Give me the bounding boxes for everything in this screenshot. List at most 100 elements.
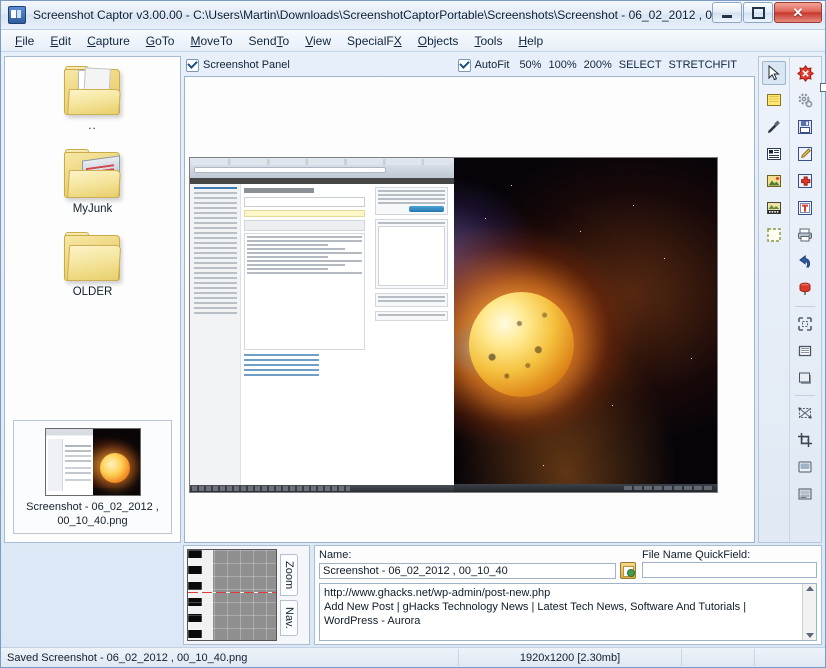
thumbnail-caption-line1: Screenshot - 06_02_2012 , <box>26 501 159 513</box>
quickfield-input[interactable] <box>642 562 817 578</box>
image-object-icon[interactable] <box>762 169 786 193</box>
delete-icon[interactable] <box>793 61 817 85</box>
menu-view[interactable]: View <box>297 31 339 51</box>
magnifier-panel[interactable]: Zoom Nav. <box>183 545 310 645</box>
menu-specialfx[interactable]: SpecialFX <box>339 31 410 51</box>
zoom-preset-200[interactable]: 200% <box>584 59 612 71</box>
menu-file[interactable]: FFileile <box>7 31 42 51</box>
border-icon[interactable] <box>793 339 817 363</box>
zoom-preset-50[interactable]: 50% <box>519 59 541 71</box>
preview-canvas-frame[interactable] <box>184 76 755 543</box>
name-field-group: Name: Screenshot - 06_02_2012 , 00_10_40 <box>319 549 636 579</box>
autofit-checkbox[interactable]: AutoFit <box>457 58 510 72</box>
resize-icon[interactable] <box>793 401 817 425</box>
menu-help[interactable]: Help <box>510 31 551 51</box>
zoom-preset-select[interactable]: SELECT <box>619 59 662 71</box>
tool-column-actions <box>789 57 820 542</box>
text-tool-icon[interactable] <box>793 196 817 220</box>
url-info-box[interactable]: http://www.ghacks.net/wp-admin/post-new.… <box>319 583 817 641</box>
shadow-icon[interactable] <box>793 366 817 390</box>
save-icon[interactable] <box>793 115 817 139</box>
pixel-magnifier[interactable] <box>187 549 277 641</box>
zoom-indicator: 27% <box>820 57 826 542</box>
url-scrollbar[interactable] <box>802 584 816 640</box>
menu-objects[interactable]: Objects <box>410 31 467 51</box>
preview-canvas[interactable] <box>185 77 754 542</box>
tab-zoom[interactable]: Zoom <box>280 554 298 597</box>
status-bar: Saved Screenshot - 06_02_2012 , 00_10_40… <box>1 647 825 667</box>
bottom-info-area: Zoom Nav. Name: Screenshot - 06_02_2012 … <box>1 543 825 647</box>
selection-marquee-icon[interactable] <box>762 223 786 247</box>
tool-palette: 27% <box>758 56 826 543</box>
minimize-icon <box>722 14 732 18</box>
screenshot-image[interactable] <box>189 157 718 493</box>
thumbnail-caption-line2: 00_10_40.png <box>57 515 128 527</box>
zoom-preset-100[interactable]: 100% <box>548 59 576 71</box>
quickfield-label: File Name QuickField: <box>642 549 751 561</box>
thumbnail-item-selected[interactable]: Screenshot - 06_02_2012 , 00_10_40.png <box>13 420 172 534</box>
undo-icon[interactable] <box>793 250 817 274</box>
menu-sendto[interactable]: SendTo <box>241 31 298 51</box>
text-object-icon[interactable] <box>762 142 786 166</box>
preview-toolbar: Screenshot Panel AutoFit 50% 100% 200% S… <box>184 56 755 74</box>
screenshot-panel-label: Screenshot Panel <box>203 59 290 71</box>
zoom-preset-buttons: 50% 100% 200% SELECT STRETCHFIT <box>519 59 737 71</box>
name-label: Name: <box>319 549 352 561</box>
screenshot-panel-checkbox[interactable]: Screenshot Panel <box>186 58 290 72</box>
clipboard-paste-icon[interactable] <box>620 562 636 579</box>
screenshot-captor-window: Screenshot Captor v3.00.00 - C:\Users\Ma… <box>0 0 826 668</box>
tab-nav[interactable]: Nav. <box>280 600 298 636</box>
print-icon[interactable] <box>793 223 817 247</box>
paint-can-icon[interactable] <box>793 277 817 301</box>
status-cell-y <box>755 649 825 666</box>
menu-edit[interactable]: Edit <box>42 31 79 51</box>
crop-to-selection-icon[interactable] <box>793 312 817 336</box>
scroll-up-icon[interactable] <box>805 586 814 591</box>
thumbnail-preview <box>44 428 141 496</box>
minimize-button[interactable] <box>712 2 742 23</box>
folder-item-myjunk[interactable]: MyJunk <box>5 148 180 215</box>
screenshot-right-wallpaper <box>453 158 717 492</box>
url-text: http://www.ghacks.net/wp-admin/post-new.… <box>320 584 802 640</box>
title-bar: Screenshot Captor v3.00.00 - C:\Users\Ma… <box>1 1 825 30</box>
checkbox-icon <box>186 58 199 72</box>
eyedropper-icon[interactable] <box>762 115 786 139</box>
folder-item-up[interactable]: .. <box>5 65 180 132</box>
arrow-select-icon[interactable] <box>762 61 786 85</box>
folder-label: .. <box>88 120 97 132</box>
crop-icon[interactable] <box>793 428 817 452</box>
folder-images-icon <box>62 148 124 200</box>
zoom-preset-stretchfit[interactable]: STRETCHFIT <box>669 59 737 71</box>
scroll-down-icon[interactable] <box>805 633 814 638</box>
settings-gear-icon[interactable] <box>793 88 817 112</box>
folder-item-older[interactable]: OLDER <box>5 231 180 298</box>
zoom-level-icon <box>820 82 826 92</box>
checkbox-icon <box>457 58 471 72</box>
menu-goto[interactable]: GoTo <box>138 31 183 51</box>
edit-icon[interactable] <box>793 142 817 166</box>
menu-moveto[interactable]: MoveTo <box>182 31 240 51</box>
menu-capture[interactable]: Capture <box>79 31 138 51</box>
url-line-3: WordPress - Aurora <box>324 615 421 627</box>
menu-bar: FFileile Edit Capture GoTo MoveTo SendTo… <box>1 30 825 52</box>
add-icon[interactable] <box>793 169 817 193</box>
info-fields-row: Name: Screenshot - 06_02_2012 , 00_10_40… <box>319 549 817 579</box>
folder-up-icon <box>62 65 124 117</box>
folder-label: MyJunk <box>72 203 113 215</box>
name-input[interactable]: Screenshot - 06_02_2012 , 00_10_40 <box>319 562 616 579</box>
close-button[interactable]: ✕ <box>774 2 822 23</box>
filmstrip-object-icon[interactable] <box>762 196 786 220</box>
autofit-label: AutoFit <box>474 59 510 71</box>
url-line-2: Add New Post | gHacks Technology News | … <box>324 601 747 613</box>
folder-label: OLDER <box>72 286 113 298</box>
window-controls: ✕ <box>711 2 822 23</box>
tool-column-objects <box>759 57 789 542</box>
screenshot-left-wordpress <box>190 158 454 492</box>
rounded-edge-icon[interactable] <box>793 455 817 479</box>
quickfield-group: File Name QuickField: <box>642 549 817 578</box>
maximize-icon <box>751 6 765 19</box>
caption-icon[interactable] <box>793 482 817 506</box>
maximize-button[interactable] <box>743 2 773 23</box>
rectangle-object-icon[interactable] <box>762 88 786 112</box>
menu-tools[interactable]: Tools <box>466 31 510 51</box>
